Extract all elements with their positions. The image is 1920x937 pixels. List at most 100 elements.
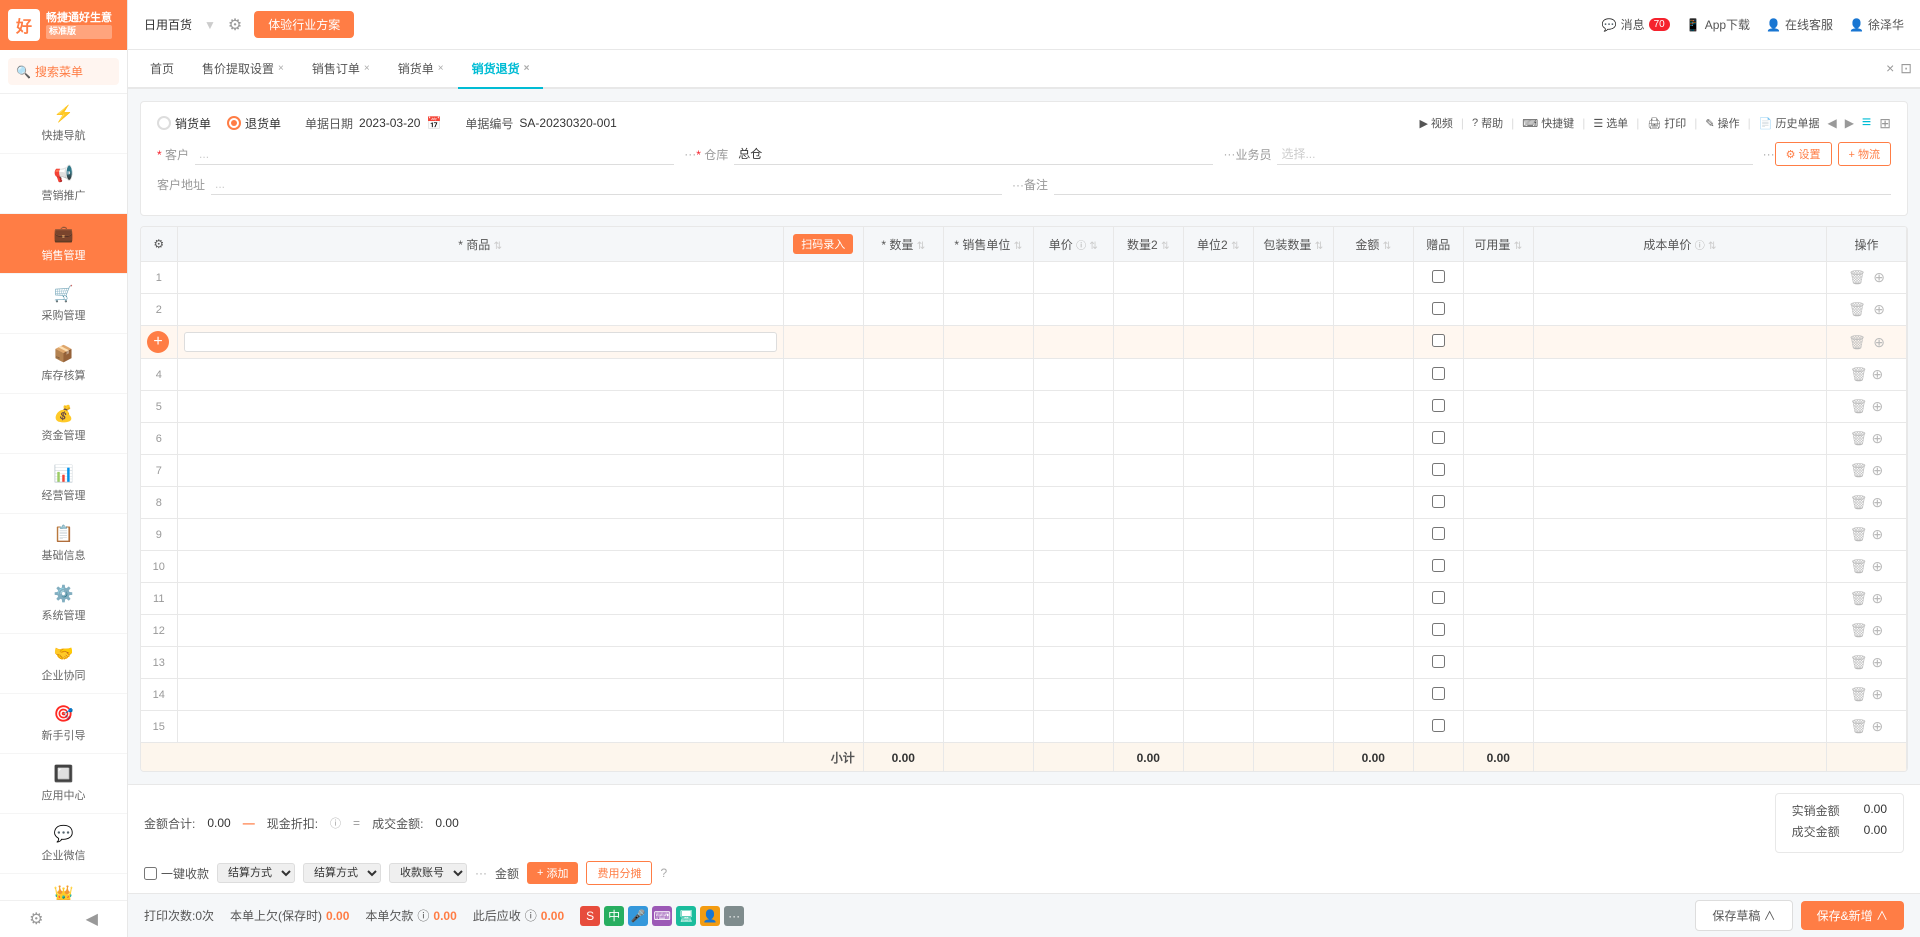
unit2-sort-icon[interactable]: ⇅ <box>1231 241 1239 252</box>
sidebar-item-system[interactable]: ⚙️ 系统管理 <box>0 574 127 634</box>
shortcut-toolbar-item[interactable]: ⌨快捷键 <box>1522 115 1574 131</box>
user-avatar[interactable]: 👤 徐泽华 <box>1849 16 1904 33</box>
delete-row-button[interactable]: 🗑 <box>1848 620 1870 641</box>
app-download-button[interactable]: 📱 App下载 <box>1686 16 1750 33</box>
warehouse-input[interactable] <box>734 144 1213 165</box>
copy-row-button[interactable]: ⊕ <box>1870 588 1886 609</box>
copy-row-button[interactable]: ⊕ <box>1870 556 1886 577</box>
topbar-settings-icon[interactable]: ⚙ <box>228 15 242 35</box>
settings-icon[interactable]: ⚙ <box>29 909 43 929</box>
salesperson-input[interactable] <box>1277 144 1752 165</box>
one-click-payment-checkbox[interactable]: 一键收款 <box>144 865 209 882</box>
customer-input[interactable] <box>195 144 674 165</box>
pkg-sort-icon[interactable]: ⇅ <box>1315 241 1323 252</box>
gift-cell[interactable] <box>1413 262 1463 294</box>
delete-row-button[interactable]: 🗑 <box>1848 716 1870 737</box>
gift-checkbox[interactable] <box>1432 463 1445 476</box>
warehouse-more-button[interactable]: ··· <box>1223 147 1235 161</box>
customer-more-button[interactable]: ··· <box>684 147 696 161</box>
sys-icon-zh[interactable]: 中 <box>604 906 624 926</box>
radio-sale[interactable]: 销货单 <box>157 115 211 132</box>
help-toolbar-item[interactable]: ?帮助 <box>1472 115 1503 131</box>
product-input-inline[interactable] <box>184 332 777 352</box>
unit2-cell-active[interactable] <box>1183 326 1253 359</box>
close-sales-invoice-tab[interactable]: × <box>438 63 444 74</box>
qty-sort-icon[interactable]: ⇅ <box>917 241 925 252</box>
split-help-icon[interactable]: ? <box>660 866 667 880</box>
delete-row-button[interactable]: 🗑 <box>1848 652 1870 673</box>
discount-help-icon[interactable]: ⓘ <box>330 815 341 831</box>
price-info-icon[interactable]: ⓘ <box>1076 241 1086 252</box>
calendar-icon[interactable]: 📅 <box>426 116 441 130</box>
settlement-method-select[interactable]: 结算方式 <box>217 863 295 883</box>
delete-row-button[interactable]: 🗑 <box>1848 492 1870 513</box>
address-more-button[interactable]: ··· <box>1012 178 1024 192</box>
sidebar-item-apps[interactable]: 🔲 应用中心 <box>0 754 127 814</box>
unit-cell[interactable] <box>943 262 1033 294</box>
qty-cell-active[interactable] <box>863 326 943 359</box>
sidebar-item-quicknav[interactable]: ⚡ 快捷导航 <box>0 94 127 154</box>
delete-row-button[interactable]: 🗑 <box>1848 364 1870 385</box>
calc-method-select[interactable]: 结算方式 <box>303 863 381 883</box>
address-input[interactable] <box>211 174 1002 195</box>
sidebar-item-member[interactable]: 👑 畅会员 <box>0 874 127 900</box>
list-view-button[interactable]: ≡ <box>1862 114 1871 132</box>
gift-checkbox[interactable] <box>1432 302 1445 315</box>
tab-sales-invoice[interactable]: 销货单 × <box>384 50 458 89</box>
radio-return[interactable]: 退货单 <box>227 115 281 132</box>
copy-row-button[interactable]: ⊕ <box>1870 364 1886 385</box>
cost-split-button[interactable]: 费用分摊 <box>586 861 652 885</box>
breadcrumb-select[interactable]: 日用百货 <box>144 16 192 33</box>
gift-checkbox[interactable] <box>1432 623 1445 636</box>
close-price-settings-tab[interactable]: × <box>278 63 284 74</box>
delete-row-button[interactable]: 🗑 <box>1848 684 1870 705</box>
gift-checkbox-active[interactable] <box>1432 334 1445 347</box>
note-input[interactable] <box>1054 174 1891 195</box>
collapse-icon[interactable]: ◀ <box>86 909 98 929</box>
gift-cell-active[interactable] <box>1413 326 1463 359</box>
qty-cell[interactable] <box>863 294 943 326</box>
select-toolbar-item[interactable]: ☰选单 <box>1593 115 1628 131</box>
sidebar-item-finance[interactable]: 💰 资金管理 <box>0 394 127 454</box>
one-click-checkbox[interactable] <box>144 867 157 880</box>
cost-info-icon[interactable]: ⓘ <box>1695 241 1705 252</box>
add-payment-button[interactable]: + 添加 <box>527 862 578 884</box>
account-select[interactable]: 收款账号 账号 <box>389 863 467 883</box>
grid-view-button[interactable]: ⊞ <box>1879 115 1891 132</box>
delete-row-button[interactable]: 🗑 <box>1848 524 1870 545</box>
save-new-button[interactable]: 保存&新增 ∧ <box>1801 901 1904 930</box>
copy-row-button[interactable]: ⊕ <box>1870 652 1886 673</box>
sidebar-item-basic[interactable]: 📋 基础信息 <box>0 514 127 574</box>
save-draft-button[interactable]: 保存草稿 ∧ <box>1695 900 1792 931</box>
unit2-cell[interactable] <box>1183 262 1253 294</box>
sidebar-item-operations[interactable]: 📊 经营管理 <box>0 454 127 514</box>
gift-checkbox[interactable] <box>1432 399 1445 412</box>
salesperson-more-button[interactable]: ··· <box>1763 147 1775 161</box>
sidebar-item-purchase[interactable]: 🛒 采购管理 <box>0 274 127 334</box>
single-due-icon[interactable]: ⓘ <box>417 907 429 924</box>
price-cell[interactable] <box>1033 294 1113 326</box>
should-pay-icon[interactable]: ⓘ <box>525 907 537 924</box>
qty2-cell[interactable] <box>1113 294 1183 326</box>
sys-icon-mic[interactable]: 🎤 <box>628 906 648 926</box>
qty2-cell[interactable] <box>1113 262 1183 294</box>
video-toolbar-item[interactable]: ▶视频 <box>1419 115 1452 131</box>
close-all-tabs-button[interactable]: × <box>1886 60 1894 77</box>
doc-date-value[interactable]: 2023-03-20 <box>359 116 420 130</box>
amount-cell[interactable] <box>1333 294 1413 326</box>
cost-sort-icon[interactable]: ⇅ <box>1708 241 1716 252</box>
sidebar-item-sales[interactable]: 💼 销售管理 <box>0 214 127 274</box>
history-toolbar-item[interactable]: 📄历史单据 <box>1759 115 1820 131</box>
sidebar-item-enterprise[interactable]: 🤝 企业协同 <box>0 634 127 694</box>
close-sales-return-tab[interactable]: × <box>524 63 530 74</box>
sidebar-item-wechat[interactable]: 💬 企业微信 <box>0 814 127 874</box>
delete-active-row-button[interactable]: 🗑 <box>1846 332 1868 353</box>
copy-active-row-button[interactable]: ⊕ <box>1871 332 1887 353</box>
experience-plan-button[interactable]: 体验行业方案 <box>254 11 354 38</box>
unit-sort-icon[interactable]: ⇅ <box>1014 241 1022 252</box>
tab-sales-order[interactable]: 销售订单 × <box>298 50 384 89</box>
copy-row-button[interactable]: ⊕ <box>1870 620 1886 641</box>
copy-row-button[interactable]: ⊕ <box>1871 299 1887 320</box>
pkg-qty-cell[interactable] <box>1253 262 1333 294</box>
tab-price-settings[interactable]: 售价提取设置 × <box>188 50 298 89</box>
